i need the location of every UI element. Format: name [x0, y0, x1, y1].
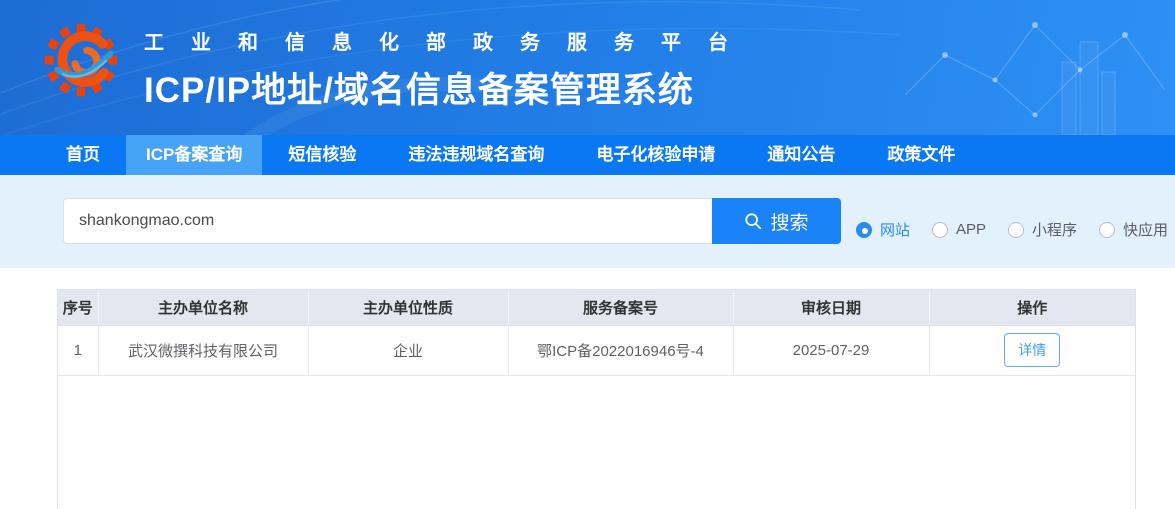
column-header: 序号 [58, 290, 99, 326]
radio-option-label: APP [956, 221, 987, 238]
nav-item-5[interactable]: 电子化核验申请 [570, 135, 741, 175]
cell-review-date: 2025-07-29 [733, 325, 930, 376]
search-button[interactable]: 搜索 [712, 198, 841, 244]
system-title: ICP/IP地址/域名信息备案管理系统 [144, 71, 694, 110]
radio-circle-icon [1099, 221, 1116, 238]
radio-option-3[interactable]: 小程序 [1008, 219, 1077, 240]
nav-item-6[interactable]: 通知公告 [741, 135, 861, 175]
radio-option-label: 快应用 [1123, 222, 1169, 239]
detail-button[interactable]: 详情 [1004, 333, 1061, 367]
target-type-radio-group: 网站 APP 小程序 快应用 [856, 219, 1168, 240]
nav-item-7[interactable]: 政策文件 [861, 135, 981, 175]
brand: 工业和信息化部政务服务平台 ICP/IP地址/域名信息备案管理系统 [0, 0, 1175, 116]
column-header: 主办单位性质 [308, 290, 509, 326]
search-row: 搜索 网站 APP 小程序 快应用 [63, 198, 1175, 244]
nav-item-4[interactable]: 违法违规域名查询 [382, 135, 570, 175]
platform-title: 工业和信息化部政务服务平台 [144, 32, 755, 54]
nav-item-3[interactable]: 短信核验 [262, 135, 382, 175]
cell-index: 1 [58, 325, 99, 376]
column-header: 主办单位名称 [98, 290, 309, 326]
results-table: 序号 主办单位名称 主办单位性质 服务备案号 审核日期 操作 1 武汉微撰科技有限公司 企业鄂… [58, 290, 1135, 376]
results-panel: 序号 主办单位名称 主办单位性质 服务备案号 审核日期 操作 1 武汉微撰科技有限公司 企业鄂… [57, 289, 1136, 509]
radio-option-1[interactable]: 网站 [856, 219, 910, 240]
radio-circle-icon [856, 221, 872, 238]
page: 工业和信息化部政务服务平台 ICP/IP地址/域名信息备案管理系统 首页 ICP备… [0, 0, 1175, 509]
radio-circle-icon [1008, 221, 1025, 238]
titles: 工业和信息化部政务服务平台 ICP/IP地址/域名信息备案管理系统 [144, 26, 755, 113]
column-header: 审核日期 [733, 290, 930, 326]
cell-action: 详情 [929, 325, 1135, 376]
radio-option-4[interactable]: 快应用 [1099, 219, 1168, 240]
column-header: 操作 [929, 290, 1135, 326]
search-section: 搜索 网站 APP 小程序 快应用 [0, 175, 1175, 268]
cell-license-number: 鄂ICP备2022016946号-4 [508, 325, 734, 376]
table-row: 1 武汉微撰科技有限公司 企业 鄂ICP备2022016946号-4 2025-07-2… [58, 325, 1135, 376]
column-header: 服务备案号 [508, 290, 734, 326]
search-button-label: 搜索 [770, 212, 809, 234]
radio-circle-icon [932, 221, 949, 238]
magnifier-icon [745, 213, 762, 230]
cell-organizer-nature: 企业 [308, 325, 509, 376]
gear-spiral-logo-icon [44, 23, 118, 97]
search-input[interactable] [63, 198, 712, 244]
nav-item-2[interactable]: ICP备案查询 [126, 135, 263, 175]
table-body: 1 武汉微撰科技有限公司 企业 鄂ICP备2022016946号-4 2025-07-2… [58, 325, 1135, 376]
site-header: 工业和信息化部政务服务平台 ICP/IP地址/域名信息备案管理系统 [0, 0, 1175, 135]
cell-organizer-name: 武汉微撰科技有限公司 [98, 325, 309, 376]
radio-option-2[interactable]: APP [932, 221, 986, 238]
main-nav: 首页 ICP备案查询 短信核验 违法违规域名查询 电子化核验申请 通知公告 政策文件 [0, 135, 1175, 175]
nav-item-1[interactable]: 首页 [40, 135, 126, 175]
table-header-row: 序号 主办单位名称 主办单位性质 服务备案号 审核日期 操作 [58, 290, 1135, 326]
radio-option-label: 小程序 [1032, 222, 1078, 239]
radio-option-label: 网站 [880, 222, 911, 239]
